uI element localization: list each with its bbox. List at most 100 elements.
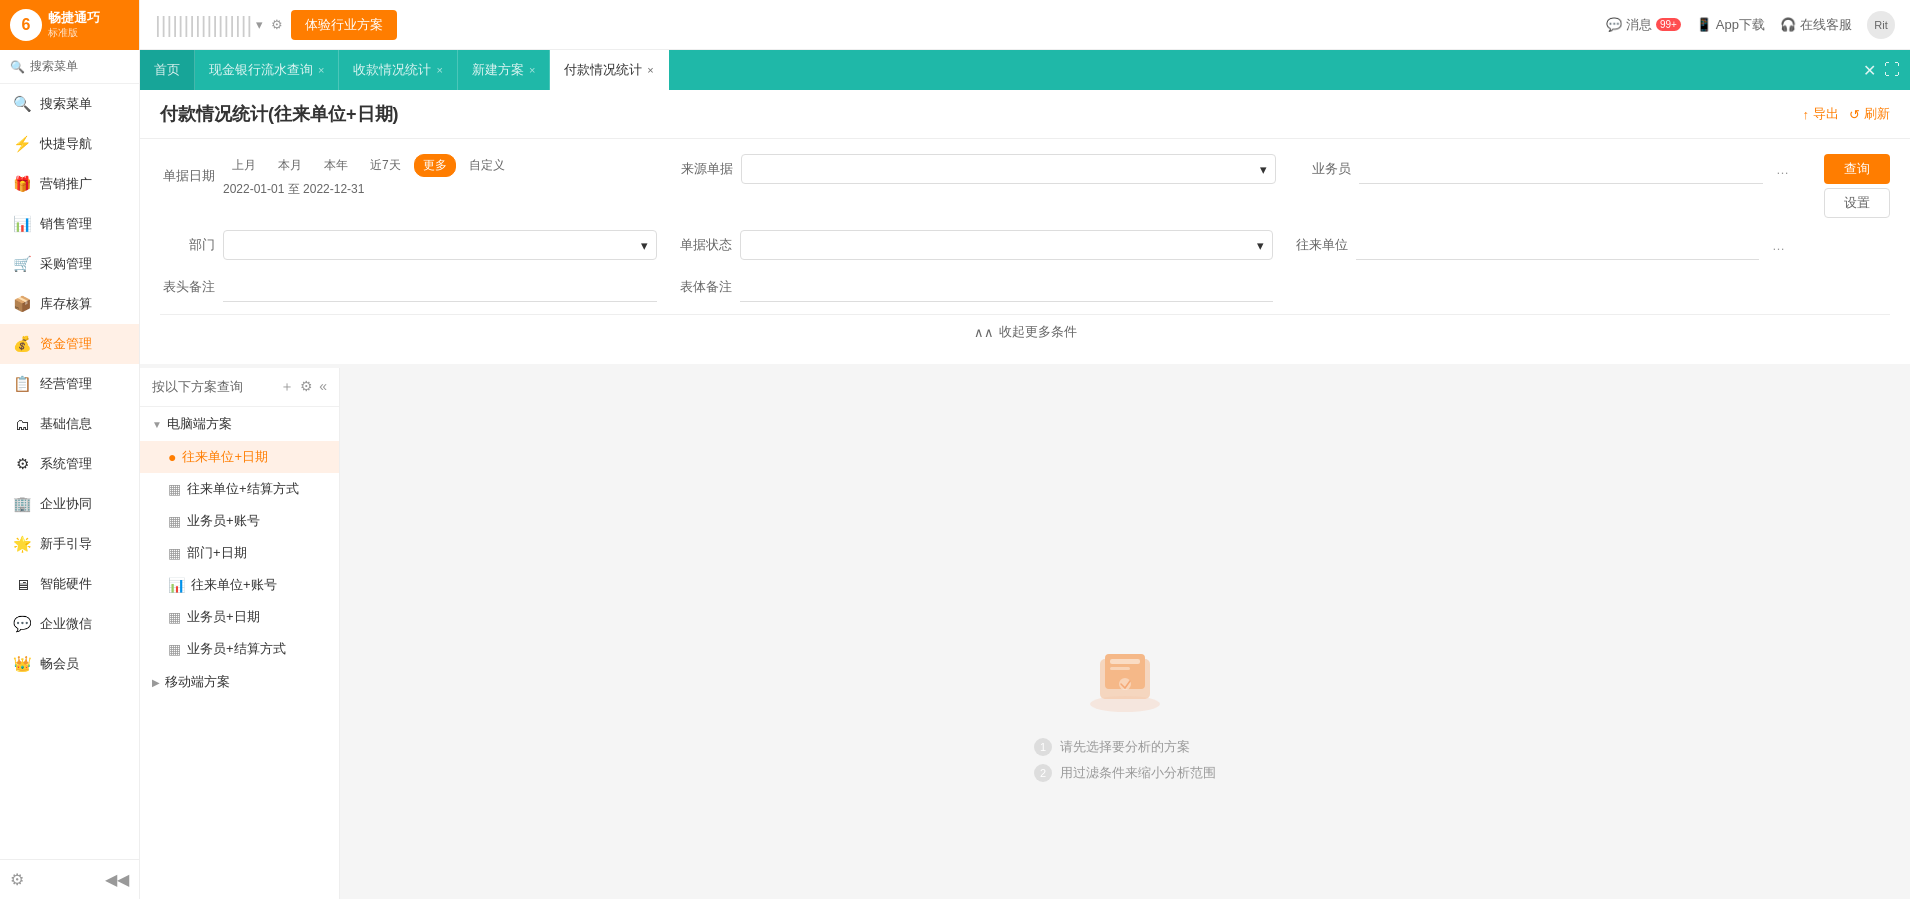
staff-input[interactable]: [1359, 154, 1763, 184]
expand-tab-icon[interactable]: ⛶: [1884, 61, 1900, 79]
refresh-btn[interactable]: ↺ 刷新: [1849, 105, 1890, 123]
tab-payment[interactable]: 付款情况统计 ×: [550, 50, 668, 90]
scheme-item-counterpart-settlement[interactable]: ▦ 往来单位+结算方式: [140, 473, 339, 505]
manage-scheme-btn[interactable]: ⚙: [300, 378, 313, 396]
purchase-icon: 🛒: [12, 254, 32, 274]
header-note-input[interactable]: [223, 272, 657, 302]
filter-doc-status: 单据状态 ▾: [677, 230, 1273, 260]
trial-btn[interactable]: 体验行业方案: [291, 10, 397, 40]
date-btn-last-month[interactable]: 上月: [223, 154, 265, 177]
marketing-icon: 🎁: [12, 174, 32, 194]
staff-label: 业务员: [1296, 160, 1351, 178]
counterpart-label: 往来单位: [1293, 236, 1348, 254]
dept-select[interactable]: ▾: [223, 230, 657, 260]
sidebar-logo: 6 畅捷通巧 标准版: [0, 0, 139, 50]
sidebar-item-wechat[interactable]: 💬企业微信: [0, 604, 139, 644]
counterpart-dots[interactable]: …: [1767, 238, 1790, 253]
dropdown-arrow: ▾: [256, 17, 263, 32]
sidebar-item-inventory[interactable]: 📦库存核算: [0, 284, 139, 324]
scheme-item-staff-date[interactable]: ▦ 业务员+日期: [140, 601, 339, 633]
source-select[interactable]: ▾: [741, 154, 1276, 184]
dept-dropdown-icon: ▾: [641, 238, 648, 253]
settings-icon[interactable]: ⚙: [271, 17, 283, 32]
tip-num-1: 1: [1034, 738, 1052, 756]
sidebar-item-finance[interactable]: 💰资金管理: [0, 324, 139, 364]
pc-group-arrow: ▼: [152, 419, 162, 430]
collapse-panel-btn[interactable]: «: [319, 378, 327, 396]
search-icon: 🔍: [12, 94, 32, 114]
body-note-input[interactable]: [740, 272, 1273, 302]
sidebar-item-search[interactable]: 🔍搜索菜单: [0, 84, 139, 124]
close-new-plan-tab[interactable]: ×: [529, 64, 535, 76]
mobile-group-title[interactable]: ▶ 移动端方案: [140, 665, 339, 699]
sidebar-item-business[interactable]: 📋经营管理: [0, 364, 139, 404]
staff-dots[interactable]: …: [1771, 162, 1794, 177]
sidebar-item-marketing[interactable]: 🎁营销推广: [0, 164, 139, 204]
message-badge: 99+: [1656, 18, 1681, 31]
sidebar-item-hardware[interactable]: 🖥智能硬件: [0, 564, 139, 604]
sidebar-item-member[interactable]: 👑畅会员: [0, 644, 139, 684]
tab-bank[interactable]: 现金银行流水查询 ×: [195, 50, 339, 90]
tab-new-plan[interactable]: 新建方案 ×: [458, 50, 550, 90]
service-icon: 🎧: [1780, 17, 1796, 32]
scheme-item-dept-date[interactable]: ▦ 部门+日期: [140, 537, 339, 569]
content-area: 付款情况统计(往来单位+日期) ↑ 导出 ↺ 刷新 单据日期 上月: [140, 90, 1910, 899]
date-label: 单据日期: [160, 167, 215, 185]
account-dropdown[interactable]: ||||||||||||||||| ▾: [155, 12, 263, 38]
sidebar-search[interactable]: 🔍 搜索菜单: [0, 50, 139, 84]
doc-status-select[interactable]: ▾: [740, 230, 1273, 260]
collapse-btn[interactable]: ∧∧ 收起更多条件: [160, 314, 1890, 349]
empty-tips: 1 请先选择要分析的方案 2 用过滤条件来缩小分析范围: [1034, 734, 1216, 786]
sidebar-item-shortcut[interactable]: ⚡快捷导航: [0, 124, 139, 164]
tab-income[interactable]: 收款情况统计 ×: [339, 50, 457, 90]
scheme-item-counterpart-account[interactable]: 📊 往来单位+账号: [140, 569, 339, 601]
sidebar-item-purchase[interactable]: 🛒采购管理: [0, 244, 139, 284]
close-tab-icon[interactable]: ✕: [1863, 61, 1876, 80]
avatar[interactable]: Rit: [1867, 11, 1895, 39]
main: ||||||||||||||||| ▾ ⚙ 体验行业方案 💬 消息 99+ 📱 …: [140, 0, 1910, 899]
scheme-icon-3: ▦: [168, 545, 181, 561]
export-btn[interactable]: ↑ 导出: [1803, 105, 1840, 123]
settings-btn[interactable]: 设置: [1824, 188, 1890, 218]
settings-icon[interactable]: ⚙: [10, 870, 24, 889]
filter-source: 来源单据 ▾: [678, 154, 1276, 184]
date-btn-this-year[interactable]: 本年: [315, 154, 357, 177]
system-icon: ⚙: [12, 454, 32, 474]
scheme-active-icon: ●: [168, 449, 176, 465]
filter-row-2: 部门 ▾ 单据状态 ▾ 往来单位 …: [160, 230, 1890, 260]
scheme-icon-1: ▦: [168, 481, 181, 497]
pc-group-title[interactable]: ▼ 电脑端方案: [140, 407, 339, 441]
sidebar-item-enterprise[interactable]: 🏢企业协同: [0, 484, 139, 524]
mobile-group-arrow: ▶: [152, 677, 160, 688]
sidebar-item-basic[interactable]: 🗂基础信息: [0, 404, 139, 444]
tab-home[interactable]: 首页: [140, 50, 195, 90]
scheme-item-counterpart-date[interactable]: ● 往来单位+日期: [140, 441, 339, 473]
sidebar-item-guide[interactable]: 🌟新手引导: [0, 524, 139, 564]
close-payment-tab[interactable]: ×: [647, 64, 653, 76]
sales-icon: 📊: [12, 214, 32, 234]
tabbar: 首页 现金银行流水查询 × 收款情况统计 × 新建方案 × 付款情况统计 × ✕…: [140, 50, 1910, 90]
messages-btn[interactable]: 💬 消息 99+: [1606, 16, 1681, 34]
add-scheme-btn[interactable]: ＋: [280, 378, 294, 396]
sidebar-item-sales[interactable]: 📊销售管理: [0, 204, 139, 244]
query-btn[interactable]: 查询: [1824, 154, 1890, 184]
sidebar-item-system[interactable]: ⚙系统管理: [0, 444, 139, 484]
date-btn-more[interactable]: 更多: [414, 154, 456, 177]
date-btn-7days[interactable]: 近7天: [361, 154, 410, 177]
filter-row-1: 单据日期 上月 本月 本年 近7天 更多 自定义 2022-01-01 至 20…: [160, 154, 1890, 218]
filter-counterpart: 往来单位 …: [1293, 230, 1790, 260]
online-service-btn[interactable]: 🎧 在线客服: [1780, 16, 1852, 34]
inventory-icon: 📦: [12, 294, 32, 314]
counterpart-input[interactable]: [1356, 230, 1759, 260]
date-btn-this-month[interactable]: 本月: [269, 154, 311, 177]
date-btn-custom[interactable]: 自定义: [460, 154, 514, 177]
source-label: 来源单据: [678, 160, 733, 178]
collapse-icon[interactable]: ◀◀: [105, 870, 129, 889]
scheme-item-staff-account[interactable]: ▦ 业务员+账号: [140, 505, 339, 537]
tip-item-2: 2 用过滤条件来缩小分析范围: [1034, 760, 1216, 786]
app-download-btn[interactable]: 📱 App下载: [1696, 16, 1765, 34]
scheme-item-staff-settlement[interactable]: ▦ 业务员+结算方式: [140, 633, 339, 665]
close-income-tab[interactable]: ×: [436, 64, 442, 76]
dept-label: 部门: [160, 236, 215, 254]
close-bank-tab[interactable]: ×: [318, 64, 324, 76]
